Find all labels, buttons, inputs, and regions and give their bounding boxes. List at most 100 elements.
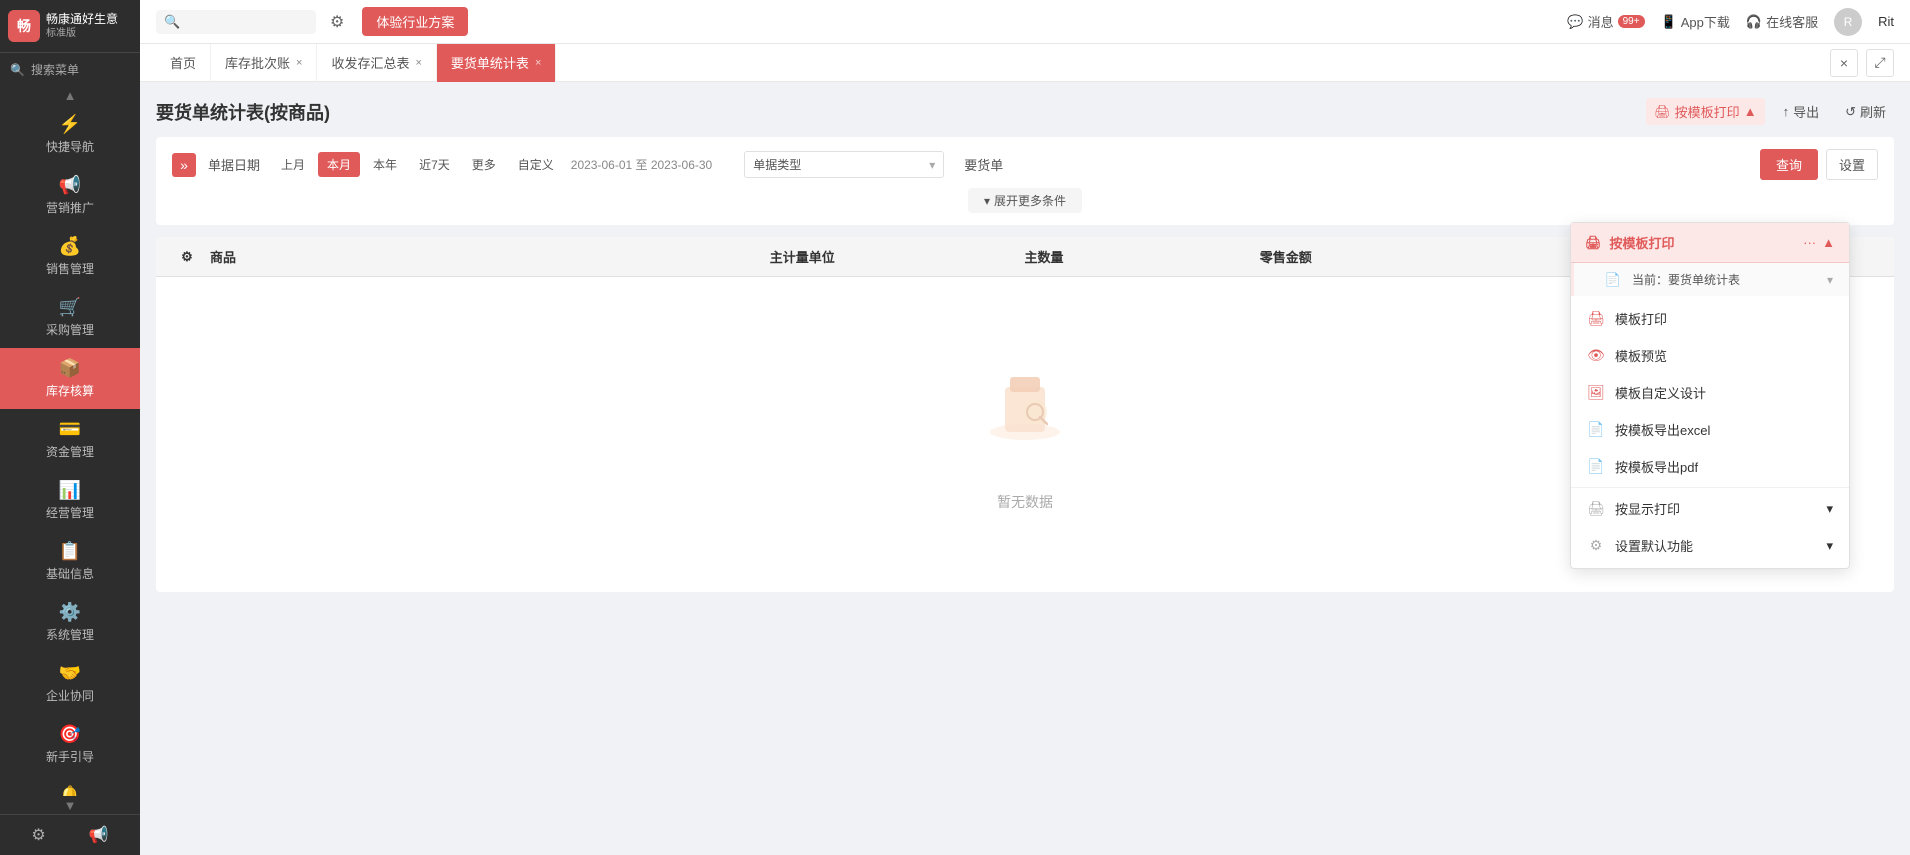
template-custom-icon: 🖼 — [1587, 384, 1605, 401]
topbar-right: 💬 消息 99+ 📱 App下载 🎧 在线客服 R Rit — [1567, 8, 1894, 36]
sidebar-search[interactable]: 🔍 搜索菜单 — [0, 53, 140, 86]
filter-collapse-btn[interactable]: » — [172, 153, 196, 177]
current-template-item[interactable]: 📄 当前：要货单统计表 ▾ — [1571, 263, 1849, 296]
display-print-submenu[interactable]: 🖨 按显示打印 ▾ — [1571, 490, 1849, 527]
sidebar-nav: ⚡ 快捷导航 📢 营销推广 💰 销售管理 🛒 采购管理 📦 库存核算 💳 资金管… — [0, 104, 140, 796]
tab-batch-account-close[interactable]: × — [296, 57, 302, 69]
default-func-icon: ⚙ — [1587, 537, 1605, 554]
sidebar-scroll-up[interactable]: ▲ — [0, 86, 140, 104]
tabs-maximize-btn[interactable]: ⤢ — [1866, 49, 1894, 77]
print-dropdown-title: 按模板打印 — [1610, 233, 1675, 252]
template-print-item[interactable]: 🖨 模板打印 — [1571, 300, 1849, 337]
divider-1 — [1571, 487, 1849, 488]
filter-action-btns: 查询 设置 — [1760, 149, 1878, 180]
app-logo-icon: 畅 — [8, 10, 40, 42]
tab-receipt-summary-close[interactable]: × — [415, 57, 421, 69]
sidebar-item-label-collab: 企业协同 — [46, 687, 94, 704]
app-download-btn[interactable]: 📱 App下载 — [1661, 12, 1730, 31]
tab-receipt-summary[interactable]: 收发存汇总表 × — [317, 44, 436, 82]
sidebar-item-operation[interactable]: 📊 经营管理 — [0, 470, 140, 531]
tab-batch-account[interactable]: 库存批次账 × — [211, 44, 317, 82]
speaker-bottom-icon[interactable]: 📢 — [89, 825, 109, 845]
collapse-icon[interactable]: ▲ — [1822, 235, 1835, 250]
topbar-search-box[interactable]: 🔍 — [156, 10, 316, 34]
sidebar-item-sales[interactable]: 💰 销售管理 — [0, 226, 140, 287]
topbar-gear-icon[interactable]: ⚙ — [330, 12, 344, 32]
filter-settings-btn[interactable]: 设置 — [1826, 149, 1878, 180]
sidebar-bottom: ⚙ 📢 — [0, 814, 140, 855]
tabs-bar: 首页 库存批次账 × 收发存汇总表 × 要货单统计表 × × ⤢ — [140, 44, 1910, 82]
tab-order-stats[interactable]: 要货单统计表 × — [437, 44, 556, 82]
sidebar-item-collab[interactable]: 🤝 企业协同 — [0, 653, 140, 714]
sidebar-item-label-marketing: 营销推广 — [46, 199, 94, 216]
more-options-icon[interactable]: ··· — [1803, 235, 1816, 250]
col-settings[interactable]: ⚙ — [172, 249, 202, 265]
sidebar-item-system[interactable]: ⚙️ 系统管理 — [0, 592, 140, 653]
query-btn[interactable]: 查询 — [1760, 149, 1818, 180]
date-filter-label: 单据日期 — [208, 155, 260, 174]
sidebar-item-label-purchase: 采购管理 — [46, 321, 94, 338]
print-dropdown-header[interactable]: 🖨 按模板打印 ··· ▲ — [1571, 223, 1849, 263]
online-service-label: 在线客服 — [1766, 12, 1818, 31]
purchase-icon: 🛒 — [59, 297, 81, 318]
export-btn[interactable]: ↑ 导出 — [1775, 98, 1828, 125]
expand-more-conditions-btn[interactable]: ▾ 展开更多条件 — [968, 188, 1082, 213]
collab-icon: 🤝 — [59, 663, 81, 684]
date-btn-current-year[interactable]: 本年 — [364, 152, 406, 177]
date-btn-prev-month[interactable]: 上月 — [272, 152, 314, 177]
quick-nav-icon: ⚡ — [59, 114, 81, 135]
sidebar-item-guide[interactable]: 🎯 新手引导 — [0, 714, 140, 775]
trial-btn[interactable]: 体验行业方案 — [362, 7, 468, 36]
display-print-icon: 🖨 — [1587, 500, 1605, 517]
tab-order-stats-close[interactable]: × — [535, 57, 541, 69]
template-export-excel-item[interactable]: 📄 按模板导出excel — [1571, 411, 1849, 448]
sidebar-item-finance[interactable]: 💳 资金管理 — [0, 409, 140, 470]
date-btn-current-month[interactable]: 本月 — [318, 152, 360, 177]
sidebar-item-marketing[interactable]: 📢 营销推广 — [0, 165, 140, 226]
template-print-label: 模板打印 — [1615, 309, 1667, 328]
sidebar-scroll-down[interactable]: ▼ — [0, 796, 140, 814]
default-func-submenu[interactable]: ⚙ 设置默认功能 ▾ — [1571, 527, 1849, 564]
settings-bottom-icon[interactable]: ⚙ — [31, 825, 45, 845]
notifications-btn[interactable]: 💬 消息 99+ — [1567, 12, 1644, 31]
app-download-icon: 📱 — [1661, 14, 1677, 30]
topbar-search-input[interactable] — [186, 15, 308, 29]
tab-batch-account-label: 库存批次账 — [225, 53, 290, 72]
goods-filter-label: 要货单 — [964, 155, 1003, 174]
sidebar-item-inventory[interactable]: 📦 库存核算 — [0, 348, 140, 409]
page-header-actions: 🖨 按模板打印 ▲ ↑ 导出 ↺ 刷新 — [1646, 98, 1894, 125]
topbar-search-icon: 🔍 — [164, 14, 180, 30]
sidebar-search-label: 搜索菜单 — [31, 61, 79, 78]
template-custom-item[interactable]: 🖼 模板自定义设计 — [1571, 374, 1849, 411]
system-icon: ⚙️ — [59, 602, 81, 623]
sidebar-item-quick-nav[interactable]: ⚡ 快捷导航 — [0, 104, 140, 165]
display-print-left: 🖨 按显示打印 — [1587, 499, 1680, 518]
date-btn-more[interactable]: 更多 — [463, 152, 505, 177]
order-type-select[interactable]: 单据类型 ▾ — [744, 151, 944, 178]
export-icon: ↑ — [1783, 104, 1790, 119]
print-dropdown-body: 🖨 模板打印 👁 模板预览 🖼 模板自定义设计 📄 按模板导出excel 📄 — [1571, 296, 1849, 568]
date-btn-last7days[interactable]: 近7天 — [410, 152, 459, 177]
sidebar-item-label-sales: 销售管理 — [46, 260, 94, 277]
sidebar-item-basic[interactable]: 📋 基础信息 — [0, 531, 140, 592]
tabs-close-all-btn[interactable]: × — [1830, 49, 1858, 77]
tab-order-stats-label: 要货单统计表 — [451, 53, 529, 72]
sidebar-item-purchase[interactable]: 🛒 采购管理 — [0, 287, 140, 348]
avatar-initials: R — [1844, 15, 1853, 29]
username-label[interactable]: Rit — [1878, 14, 1894, 29]
template-export-pdf-label: 按模板导出pdf — [1615, 457, 1698, 476]
template-export-pdf-item[interactable]: 📄 按模板导出pdf — [1571, 448, 1849, 485]
print-dropdown-icon: 🖨 — [1585, 235, 1602, 251]
page-header: 要货单统计表(按商品) 🖨 按模板打印 ▲ ↑ 导出 ↺ 刷新 — [156, 98, 1894, 125]
tab-home[interactable]: 首页 — [156, 44, 211, 82]
sidebar-item-apps[interactable]: 🔔 应用中心 — [0, 775, 140, 796]
refresh-btn[interactable]: ↺ 刷新 — [1837, 98, 1894, 125]
print-dropdown-header-right: ··· ▲ — [1803, 235, 1835, 250]
sidebar-item-label-finance: 资金管理 — [46, 443, 94, 460]
print-template-btn[interactable]: 🖨 按模板打印 ▲ — [1646, 98, 1764, 125]
user-avatar[interactable]: R — [1834, 8, 1862, 36]
empty-illustration — [975, 357, 1075, 476]
date-btn-custom[interactable]: 自定义 — [509, 152, 563, 177]
online-service-btn[interactable]: 🎧 在线客服 — [1746, 12, 1818, 31]
template-preview-item[interactable]: 👁 模板预览 — [1571, 337, 1849, 374]
